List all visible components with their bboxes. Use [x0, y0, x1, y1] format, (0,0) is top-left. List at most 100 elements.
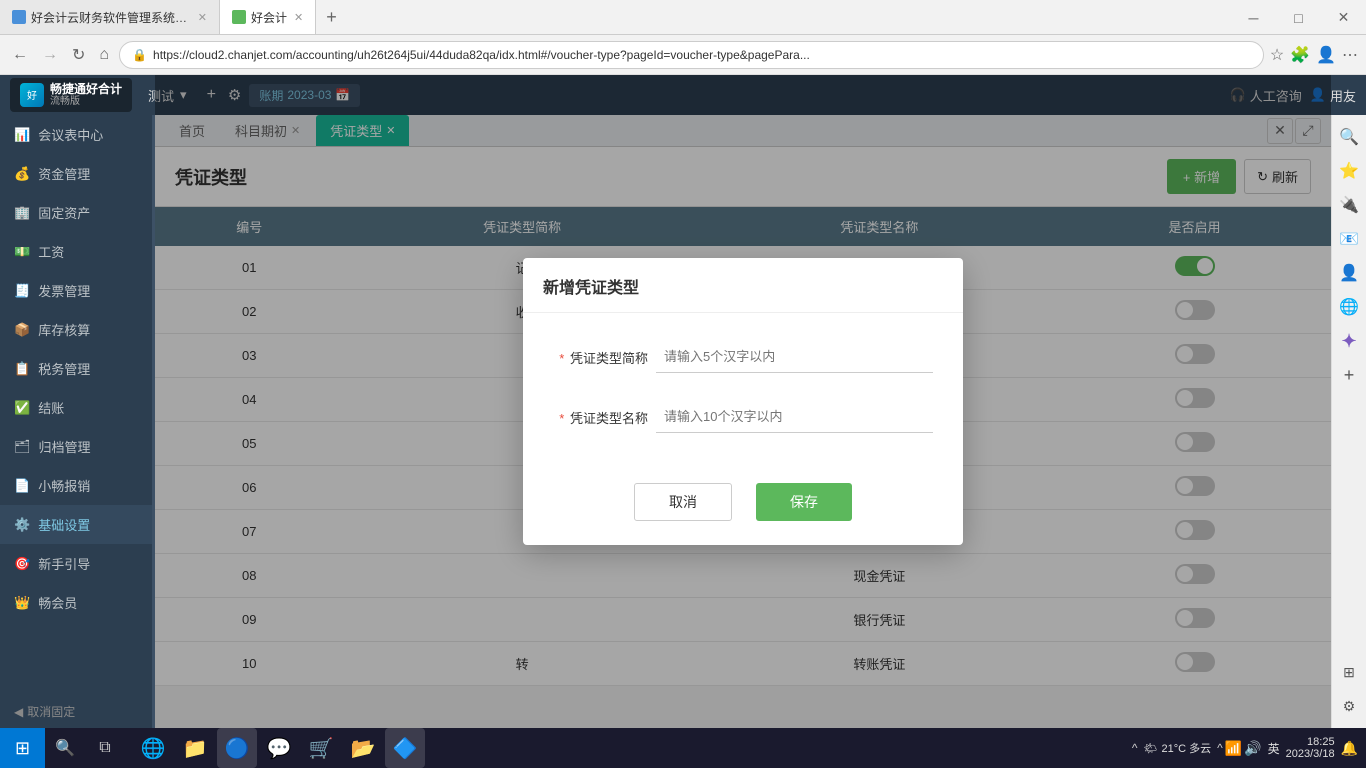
tax-label: 税务管理	[38, 359, 90, 378]
sidebar-item-tax[interactable]: 📋 税务管理	[0, 349, 155, 388]
invoice-icon: 🧾	[14, 283, 30, 299]
cancel-pin-label: 取消固定	[27, 703, 75, 720]
menu-icon[interactable]: ⋯	[1342, 45, 1358, 65]
search-taskbar[interactable]: 🔍	[45, 728, 85, 768]
cancel-button[interactable]: 取消	[634, 483, 732, 521]
funds-label: 资金管理	[38, 164, 90, 183]
archive-icon: 🗂	[14, 439, 31, 455]
right-grid-icon[interactable]: ⊞	[1335, 658, 1363, 686]
bookmark-icon[interactable]: ☆	[1270, 45, 1284, 65]
sidebar-item-reports[interactable]: 📊 会议表中心	[0, 115, 155, 154]
right-plug-icon[interactable]: 🔌	[1335, 191, 1363, 219]
cancel-pin-btn[interactable]: ◀ 取消固定	[0, 695, 155, 728]
url-bar[interactable]: 🔒 https://cloud2.chanjet.com/accounting/…	[119, 41, 1264, 69]
logo-icon: 好	[20, 83, 44, 107]
taskbar-app-files[interactable]: 📁	[175, 728, 215, 768]
modal: 新增凭证类型 * 凭证类型简称 * 凭证类型名称 取消 保存	[523, 258, 963, 545]
inventory-label: 库存核算	[38, 320, 90, 339]
save-button[interactable]: 保存	[756, 483, 852, 521]
browser2-icon: 🔷	[393, 736, 418, 761]
taskbar-tray: ^ 🌤 21°C 多云 ^ 📶 🔊 英 18:25 2023/3/18 🔔	[1124, 736, 1366, 760]
nav-home[interactable]: ⌂	[95, 42, 113, 68]
tray-expand[interactable]: ^	[1132, 741, 1138, 755]
name-input[interactable]	[656, 401, 933, 433]
task-view-btn[interactable]: ⧉	[85, 728, 125, 768]
store-icon: 🛒	[309, 736, 334, 761]
sidebar-item-guide[interactable]: 🎯 新手引导	[0, 544, 155, 583]
sidebar-item-assets[interactable]: 🏢 固定资产	[0, 193, 155, 232]
clock-time: 18:25	[1307, 736, 1335, 748]
expense-icon: 📄	[14, 478, 30, 494]
sidebar-item-archive[interactable]: 🗂 归档管理	[0, 427, 155, 466]
network-icon[interactable]: 📶	[1225, 740, 1242, 757]
sidebar-item-closing[interactable]: ✅ 结账	[0, 388, 155, 427]
sidebar-item-settings[interactable]: ⚙️ 基础设置	[0, 505, 155, 544]
right-settings-icon[interactable]: ⚙	[1335, 692, 1363, 720]
right-search-icon[interactable]: 🔍	[1335, 123, 1363, 151]
sidebar-item-member[interactable]: 👑 畅会员	[0, 583, 155, 622]
modal-body: * 凭证类型简称 * 凭证类型名称	[523, 313, 963, 471]
inventory-icon: 📦	[14, 322, 30, 338]
name-label: * 凭证类型名称	[553, 408, 648, 427]
new-tab-button[interactable]: +	[316, 0, 347, 34]
abbr-input[interactable]	[656, 341, 933, 373]
sidebar-item-funds[interactable]: 💰 资金管理	[0, 154, 155, 193]
right-add-icon[interactable]: +	[1335, 361, 1363, 389]
taskbar-app-chrome[interactable]: 🔵	[217, 728, 257, 768]
browser-close[interactable]: ✕	[1321, 0, 1366, 35]
taskbar-app-store[interactable]: 🛒	[301, 728, 341, 768]
ssl-icon: 🔒	[132, 48, 147, 62]
tab1-close[interactable]: ✕	[198, 11, 207, 24]
assets-label: 固定资产	[38, 203, 90, 222]
right-globe-icon[interactable]: 🌐	[1335, 293, 1363, 321]
right-panel: 🔍 ⭐ 🔌 📧 👤 🌐 ✦ + ⊞ ⚙	[1331, 115, 1366, 728]
closing-icon: ✅	[14, 400, 30, 416]
user-label: 用友	[1330, 86, 1356, 105]
logo-area: 好 畅捷通好合计 流畅版	[10, 78, 132, 112]
sidebar-item-expense[interactable]: 📄 小畅报销	[0, 466, 155, 505]
taskbar-app-edge[interactable]: 🌐	[133, 728, 173, 768]
taskbar: ⊞ 🔍 ⧉ 🌐 📁 🔵 💬 🛒 📂 🔷 ^ 🌤 21°C 多云	[0, 728, 1366, 768]
taskbar-app-folder[interactable]: 📂	[343, 728, 383, 768]
modal-footer: 取消 保存	[523, 471, 963, 545]
tab2-favicon	[232, 10, 246, 24]
tab2-close[interactable]: ✕	[294, 11, 303, 24]
sidebar-item-salary[interactable]: 💵 工资	[0, 232, 155, 271]
right-star-icon[interactable]: ⭐	[1335, 157, 1363, 185]
extension-icon[interactable]: 🧩	[1290, 45, 1310, 65]
browser-maximize[interactable]: □	[1276, 0, 1321, 35]
browser-minimize[interactable]: ─	[1231, 0, 1276, 35]
guide-label: 新手引导	[38, 554, 90, 573]
taskbar-app-wechat[interactable]: 💬	[259, 728, 299, 768]
sidebar-item-invoice[interactable]: 🧾 发票管理	[0, 271, 155, 310]
notifications-btn[interactable]: 🔔	[1341, 740, 1358, 757]
taskbar-apps: 🌐 📁 🔵 💬 🛒 📂 🔷	[125, 728, 433, 768]
member-icon: 👑	[14, 595, 30, 611]
settings-sidebar-icon: ⚙️	[14, 517, 30, 533]
clock-date: 2023/3/18	[1286, 748, 1335, 760]
guide-icon: 🎯	[14, 556, 30, 572]
profile-icon[interactable]: 👤	[1316, 45, 1336, 65]
start-button[interactable]: ⊞	[0, 728, 45, 768]
wechat-icon: 💬	[267, 736, 292, 761]
tray-icons: ^ 📶 🔊	[1217, 740, 1262, 757]
right-user2-icon[interactable]: 👤	[1335, 259, 1363, 287]
browser-tab-2[interactable]: 好会计 ✕	[220, 0, 316, 34]
archive-label: 归档管理	[39, 437, 91, 456]
chevron-up-icon[interactable]: ^	[1217, 741, 1223, 755]
sidebar-item-inventory[interactable]: 📦 库存核算	[0, 310, 155, 349]
tab2-label: 好会计	[251, 9, 287, 26]
right-mail-icon[interactable]: 📧	[1335, 225, 1363, 253]
tab1-label: 好会计云财务软件管理系统_会计	[31, 9, 191, 26]
nav-reload[interactable]: ↻	[68, 41, 89, 69]
tax-icon: 📋	[14, 361, 30, 377]
nav-back[interactable]: ←	[8, 42, 32, 68]
right-letter-icon[interactable]: ✦	[1335, 327, 1363, 355]
tab1-favicon	[12, 10, 26, 24]
nav-forward[interactable]: →	[38, 42, 62, 68]
volume-icon[interactable]: 🔊	[1244, 740, 1261, 757]
lang-indicator[interactable]: 英	[1268, 740, 1280, 757]
taskbar-app-browser2[interactable]: 🔷	[385, 728, 425, 768]
modal-overlay: 新增凭证类型 * 凭证类型简称 * 凭证类型名称 取消 保存	[155, 75, 1331, 728]
browser-tab-1[interactable]: 好会计云财务软件管理系统_会计 ✕	[0, 0, 220, 34]
